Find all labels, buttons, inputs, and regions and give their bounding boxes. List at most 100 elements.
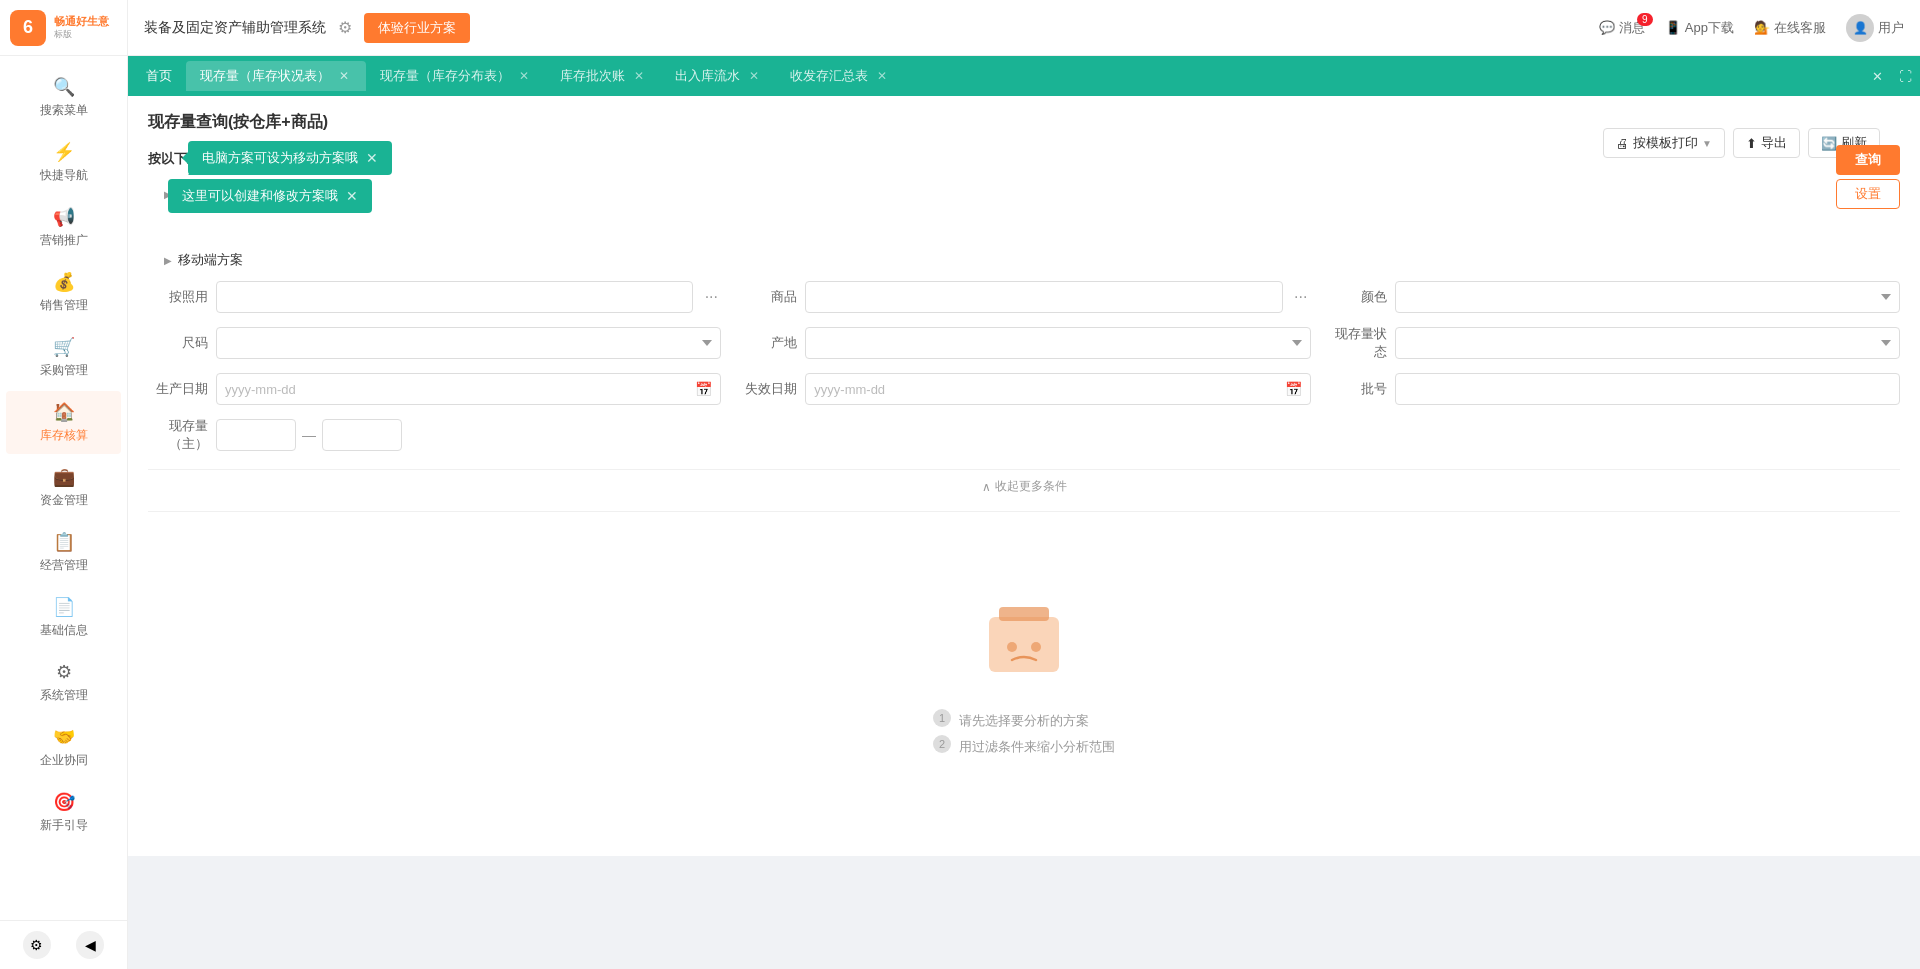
- query-buttons: 查询 设置: [1836, 145, 1900, 209]
- expire-date-input[interactable]: yyyy-mm-dd 📅: [805, 373, 1310, 405]
- system-icon: ⚙: [56, 661, 72, 683]
- filter-stock-main: 现存量（主） —: [148, 417, 721, 453]
- tabs-bar: 首页 现存量（库存状况表） ✕ 现存量（库存分布表） ✕ 库存批次账 ✕ 出入库…: [128, 56, 1920, 96]
- sidebar-menu: 🔍 搜索菜单 ⚡ 快捷导航 📢 营销推广 💰 销售管理 🛒 采购管理 🏠 库存核…: [0, 56, 127, 920]
- sidebar-item-search[interactable]: 🔍 搜索菜单: [6, 66, 121, 129]
- sidebar: 6 畅通好生意 标版 🔍 搜索菜单 ⚡ 快捷导航 📢 营销推广 💰 销售管理 🛒…: [0, 0, 128, 969]
- tab-summary[interactable]: 收发存汇总表 ✕: [776, 61, 904, 91]
- goods-dots[interactable]: ···: [1291, 288, 1311, 306]
- svg-point-2: [1007, 642, 1017, 652]
- produce-date-calendar-icon[interactable]: 📅: [695, 381, 712, 397]
- purchase-icon: 🛒: [53, 336, 75, 358]
- tab-home[interactable]: 首页: [132, 61, 186, 91]
- tab-inout[interactable]: 出入库流水 ✕: [661, 61, 776, 91]
- industry-button[interactable]: 体验行业方案: [364, 13, 470, 43]
- empty-illustration: [974, 592, 1074, 692]
- produce-date-label: 生产日期: [148, 380, 208, 398]
- goods-label: 商品: [737, 288, 797, 306]
- sidebar-item-basic[interactable]: 📄 基础信息: [6, 586, 121, 649]
- settings-footer-button[interactable]: ⚙: [23, 931, 51, 959]
- filter-origin: 产地: [737, 325, 1310, 361]
- warehouse-dots[interactable]: ···: [701, 288, 721, 306]
- size-select[interactable]: [216, 327, 721, 359]
- scheme-list: ▶ 电脑端方案 这里可以创建和修改方案哦 ✕ ▶ 移动端方案: [148, 181, 1900, 273]
- main-content: 现存量查询(按仓库+商品) 🖨 按模板打印 ▼ ⬆ 导出 🔄 刷新: [128, 96, 1920, 969]
- tab-close-stock-status[interactable]: ✕: [336, 68, 352, 84]
- produce-date-input[interactable]: yyyy-mm-dd 📅: [216, 373, 721, 405]
- page-header: 现存量查询(按仓库+商品) 🖨 按模板打印 ▼ ⬆ 导出 🔄 刷新: [148, 112, 1900, 133]
- stock-main-to[interactable]: [322, 419, 402, 451]
- warehouse-label: 按照用: [148, 288, 208, 306]
- guide-icon: 🎯: [53, 791, 75, 813]
- tab-close-stock-dist[interactable]: ✕: [516, 68, 532, 84]
- sidebar-item-finance[interactable]: 💼 资金管理: [6, 456, 121, 519]
- tooltip-desktop-close[interactable]: ✕: [366, 150, 378, 166]
- origin-select[interactable]: [805, 327, 1310, 359]
- filter-color: 颜色: [1327, 281, 1900, 313]
- goods-input[interactable]: [805, 281, 1282, 313]
- user-avatar: 👤: [1846, 14, 1874, 42]
- user-menu-button[interactable]: 👤 用户: [1846, 14, 1904, 42]
- messages-button[interactable]: 💬 消息 9: [1599, 19, 1645, 37]
- sidebar-item-purchase[interactable]: 🛒 采购管理: [6, 326, 121, 389]
- tooltip-create-close[interactable]: ✕: [346, 188, 358, 204]
- filter-expire-date: 失效日期 yyyy-mm-dd 📅: [737, 373, 1310, 405]
- empty-step-2: 2 用过滤条件来缩小分析范围: [933, 734, 1115, 760]
- tab-expand-button[interactable]: ⛶: [1895, 65, 1916, 88]
- filter-produce-date: 生产日期 yyyy-mm-dd 📅: [148, 373, 721, 405]
- filter-size: 尺码: [148, 325, 721, 361]
- online-service-button[interactable]: 💁 在线客服: [1754, 19, 1826, 37]
- batch-input[interactable]: [1395, 373, 1900, 405]
- logo-icon: 6: [10, 10, 46, 46]
- tab-batch[interactable]: 库存批次账 ✕: [546, 61, 661, 91]
- tab-close-summary[interactable]: ✕: [874, 68, 890, 84]
- sidebar-item-nav[interactable]: ⚡ 快捷导航: [6, 131, 121, 194]
- header-right: 💬 消息 9 📱 App下载 💁 在线客服 👤 用户: [1599, 14, 1904, 42]
- sidebar-item-system[interactable]: ⚙ 系统管理: [6, 651, 121, 714]
- basic-icon: 📄: [53, 596, 75, 618]
- sidebar-item-sales[interactable]: 💰 销售管理: [6, 261, 121, 324]
- print-dropdown-icon: ▼: [1702, 138, 1712, 149]
- expire-date-calendar-icon[interactable]: 📅: [1285, 381, 1302, 397]
- scheme-item-desktop[interactable]: ▶ 电脑端方案: [156, 181, 1900, 207]
- filter-settings-button[interactable]: 设置: [1836, 179, 1900, 209]
- sidebar-item-marketing[interactable]: 📢 营销推广: [6, 196, 121, 259]
- nav-icon: ⚡: [53, 141, 75, 163]
- scheme-item-mobile[interactable]: ▶ 移动端方案: [156, 247, 1900, 273]
- sidebar-item-inventory[interactable]: 🏠 库存核算: [6, 391, 121, 454]
- filter-warehouse: 按照用 ···: [148, 281, 721, 313]
- enterprise-icon: 🤝: [53, 726, 75, 748]
- tab-stock-dist[interactable]: 现存量（库存分布表） ✕: [366, 61, 546, 91]
- color-select[interactable]: [1395, 281, 1900, 313]
- operation-icon: 📋: [53, 531, 75, 553]
- stock-main-from[interactable]: [216, 419, 296, 451]
- stock-status-select[interactable]: [1395, 327, 1900, 359]
- svg-rect-1: [999, 607, 1049, 621]
- warehouse-input[interactable]: [216, 281, 693, 313]
- sidebar-footer: ⚙ ◀: [0, 920, 127, 969]
- filter-stock-status: 现存量状态: [1327, 325, 1900, 361]
- tab-stock-status[interactable]: 现存量（库存状况表） ✕: [186, 61, 366, 91]
- step2-text: 用过滤条件来缩小分析范围: [959, 734, 1115, 760]
- sidebar-item-operation[interactable]: 📋 经营管理: [6, 521, 121, 584]
- collapse-sidebar-button[interactable]: ◀: [76, 931, 104, 959]
- filter-section: 按以下方案查询 + ✎ « 电脑方案可设为移动方案哦 ✕ 查询 设置: [148, 149, 1900, 511]
- filter-outer: 按以下方案查询 + ✎ « 电脑方案可设为移动方案哦 ✕ 查询 设置: [148, 149, 1900, 273]
- app-download-button[interactable]: 📱 App下载: [1665, 19, 1734, 37]
- sidebar-item-guide[interactable]: 🎯 新手引导: [6, 781, 121, 844]
- query-button[interactable]: 查询: [1836, 145, 1900, 175]
- svg-point-3: [1031, 642, 1041, 652]
- chevron-up-icon: ∧: [982, 480, 991, 494]
- search-icon: 🔍: [53, 76, 75, 98]
- tab-close-all-button[interactable]: ✕: [1868, 65, 1887, 88]
- filter-goods: 商品 ···: [737, 281, 1310, 313]
- settings-gear-icon[interactable]: ⚙: [338, 18, 352, 37]
- tab-close-inout[interactable]: ✕: [746, 68, 762, 84]
- tooltip-desktop: 电脑方案可设为移动方案哦 ✕: [188, 141, 392, 175]
- step2-num: 2: [933, 735, 951, 753]
- collapse-button[interactable]: ∧ 收起更多条件: [982, 478, 1067, 495]
- messages-badge: 9: [1637, 13, 1653, 26]
- sidebar-item-enterprise[interactable]: 🤝 企业协同: [6, 716, 121, 779]
- step1-num: 1: [933, 709, 951, 727]
- tab-close-batch[interactable]: ✕: [631, 68, 647, 84]
